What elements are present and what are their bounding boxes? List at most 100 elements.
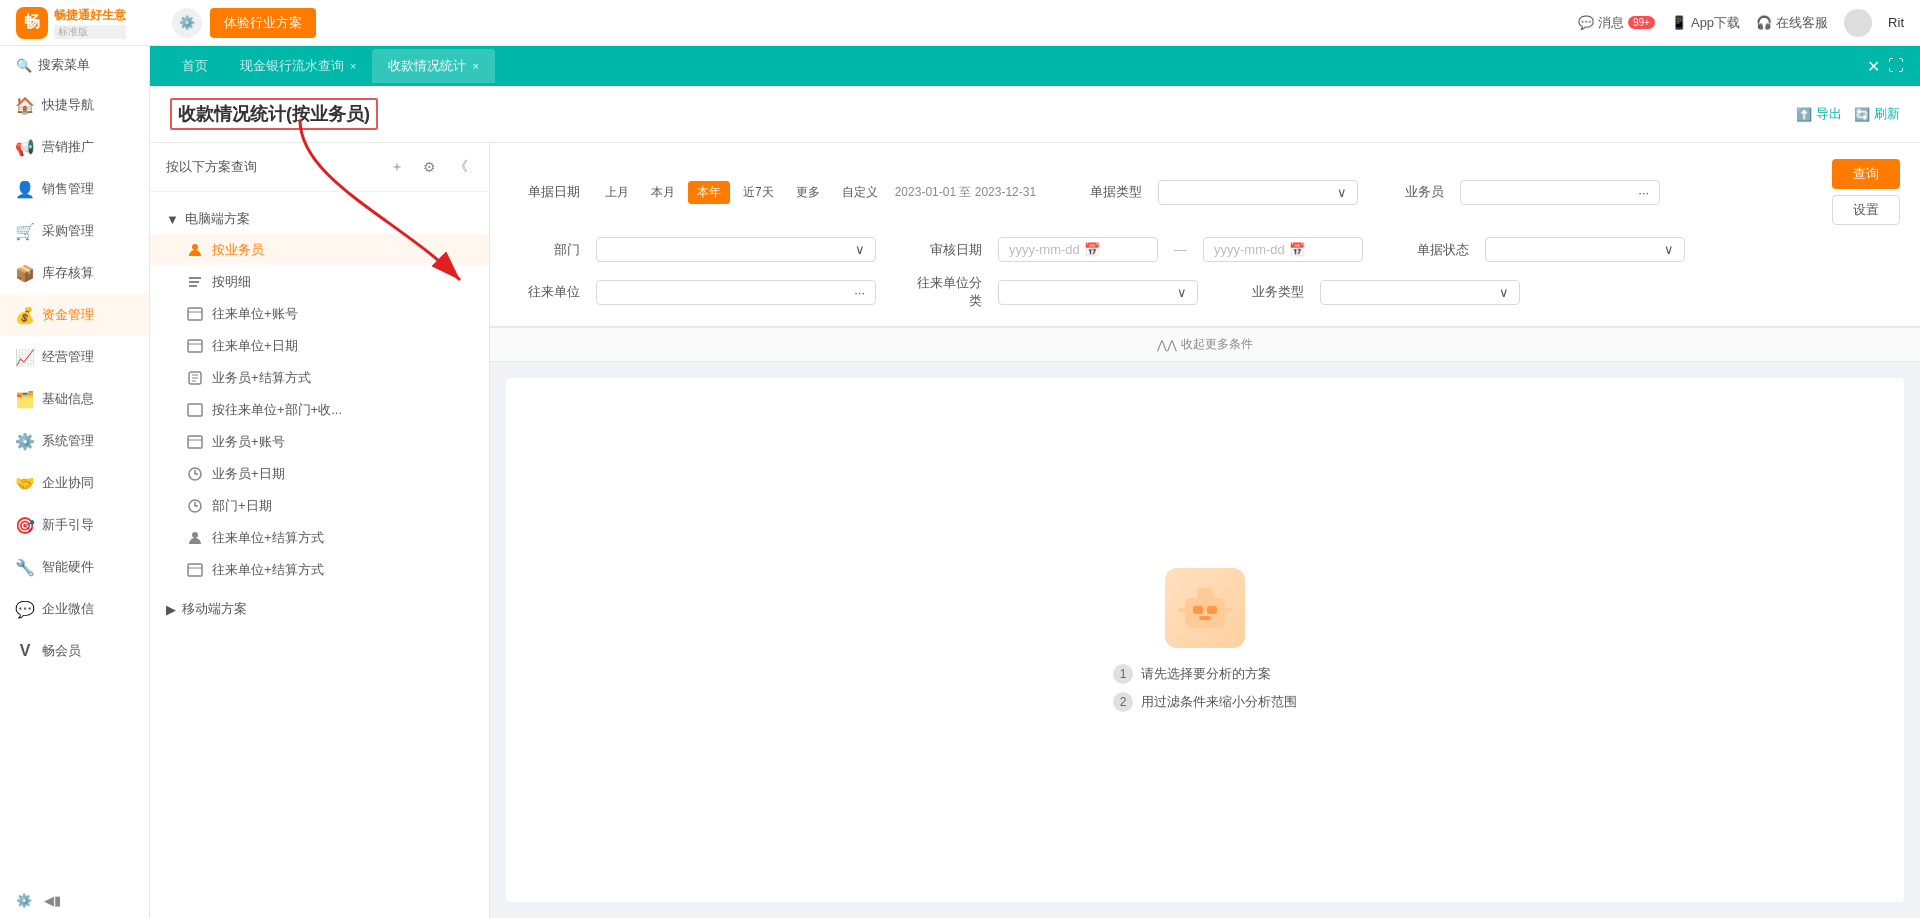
online-service-label: 在线客服 <box>1776 14 1828 32</box>
desktop-scheme-header[interactable]: ▼ 电脑端方案 <box>150 204 489 234</box>
date-btn-7days[interactable]: 近7天 <box>734 181 783 204</box>
doc-status-label: 单据状态 <box>1399 241 1469 259</box>
tree-item-dept-date[interactable]: 部门+日期 <box>150 490 489 522</box>
sidebar-item-system[interactable]: ⚙️ 系统管理 <box>0 420 149 462</box>
refresh-button[interactable]: 🔄 刷新 <box>1854 105 1900 123</box>
by-salesperson-label: 按业务员 <box>212 241 264 259</box>
doc-status-select[interactable]: ∨ <box>1485 237 1685 262</box>
tab-collection-stats[interactable]: 收款情况统计 × <box>372 49 494 83</box>
finance-icon: 💰 <box>16 306 34 324</box>
counterparty-settlement1-label: 往来单位+结算方式 <box>212 529 324 547</box>
user-avatar[interactable] <box>1844 9 1872 37</box>
dept-date-label: 部门+日期 <box>212 497 272 515</box>
tab-bank-flow-close[interactable]: × <box>350 60 356 72</box>
collapse-sidebar-icon[interactable]: ◀▮ <box>44 893 61 908</box>
mobile-scheme-header[interactable]: ▶ 移动端方案 <box>150 594 489 624</box>
notification-item[interactable]: 💬 消息 99+ <box>1578 14 1655 32</box>
counterparty-category-label: 往来单位分类 <box>912 274 982 310</box>
department-chevron: ∨ <box>855 242 865 257</box>
tab-close-all-icon[interactable]: ✕ <box>1867 57 1880 76</box>
collapse-bar[interactable]: ⋀⋀ 收起更多条件 <box>490 327 1920 362</box>
salesperson-date-icon <box>186 465 204 483</box>
tree-item-by-salesperson[interactable]: 按业务员 <box>150 234 489 266</box>
date-btn-this-month[interactable]: 本月 <box>642 181 684 204</box>
sidebar-item-marketing[interactable]: 📢 营销推广 <box>0 126 149 168</box>
refresh-icon: 🔄 <box>1854 107 1870 122</box>
review-date-end-input[interactable]: yyyy-mm-dd 📅 <box>1203 237 1363 262</box>
top-bar-actions: 💬 消息 99+ 📱 App下载 🎧 在线客服 Rit <box>1578 9 1904 37</box>
sidebar-item-quick-nav[interactable]: 🏠 快捷导航 <box>0 84 149 126</box>
doc-type-chevron: ∨ <box>1337 185 1347 200</box>
smart-hw-label: 智能硬件 <box>42 558 94 576</box>
date-btn-more[interactable]: 更多 <box>787 181 829 204</box>
download-icon: 📱 <box>1671 15 1687 30</box>
app-download-item[interactable]: 📱 App下载 <box>1671 14 1740 32</box>
online-service-item[interactable]: 🎧 在线客服 <box>1756 14 1828 32</box>
counterparty-settlement1-icon <box>186 529 204 547</box>
tree-item-salesperson-account[interactable]: 业务员+账号 <box>150 426 489 458</box>
date-btn-custom[interactable]: 自定义 <box>833 181 887 204</box>
svg-rect-23 <box>1199 616 1211 620</box>
trial-button[interactable]: 体验行业方案 <box>210 8 316 38</box>
settings-icon[interactable]: ⚙️ <box>172 8 202 38</box>
date-btn-last-month[interactable]: 上月 <box>596 181 638 204</box>
tree-item-salesperson-date[interactable]: 业务员+日期 <box>150 458 489 490</box>
query-button[interactable]: 查询 <box>1832 159 1900 189</box>
review-date-label: 审核日期 <box>912 241 982 259</box>
sidebar-item-inventory[interactable]: 📦 库存核算 <box>0 252 149 294</box>
tree-item-counterparty-settlement1[interactable]: 往来单位+结算方式 <box>150 522 489 554</box>
doc-type-select[interactable]: ∨ <box>1158 180 1358 205</box>
sidebar-item-newbie[interactable]: 🎯 新手引导 <box>0 504 149 546</box>
sidebar-item-member[interactable]: V 畅会员 <box>0 630 149 672</box>
counterparty-category-chevron: ∨ <box>1177 285 1187 300</box>
tree-item-salesperson-settlement[interactable]: 业务员+结算方式 <box>150 362 489 394</box>
sidebar-item-smart-hw[interactable]: 🔧 智能硬件 <box>0 546 149 588</box>
empty-tip-1: 1 请先选择要分析的方案 <box>1113 664 1297 684</box>
svg-rect-13 <box>188 436 202 448</box>
counterparty-select[interactable]: ··· <box>596 280 876 305</box>
tab-home[interactable]: 首页 <box>166 49 224 83</box>
date-shortcuts: 上月 本月 本年 近7天 更多 自定义 2023-01-01 至 2023-12… <box>596 181 1036 204</box>
tab-bank-flow[interactable]: 现金银行流水查询 × <box>224 49 372 83</box>
tree-item-counterparty-dept-collection[interactable]: 按往来单位+部门+收... <box>150 394 489 426</box>
notification-icon: 💬 <box>1578 15 1594 30</box>
page-header: 收款情况统计(按业务员) ⬆️ 导出 🔄 刷新 <box>150 86 1920 143</box>
settings-bottom-icon[interactable]: ⚙️ <box>16 893 32 908</box>
sidebar-item-finance[interactable]: 💰 资金管理 <box>0 294 149 336</box>
counterparty-date-icon <box>186 337 204 355</box>
tree-item-by-detail[interactable]: 按明细 <box>150 266 489 298</box>
search-label: 搜索菜单 <box>38 56 90 74</box>
sidebar-search[interactable]: 🔍 搜索菜单 <box>0 46 149 84</box>
counterparty-category-select[interactable]: ∨ <box>998 280 1198 305</box>
tree-item-counterparty-date[interactable]: 往来单位+日期 <box>150 330 489 362</box>
settings-scheme-button[interactable]: ⚙ <box>417 155 441 179</box>
tree-item-counterparty-settlement2[interactable]: 往来单位+结算方式 <box>150 554 489 586</box>
date-btn-this-year[interactable]: 本年 <box>688 181 730 204</box>
department-select[interactable]: ∨ <box>596 237 876 262</box>
sidebar-item-enterprise[interactable]: 🤝 企业协同 <box>0 462 149 504</box>
tab-collection-stats-close[interactable]: × <box>472 60 478 72</box>
inventory-icon: 📦 <box>16 264 34 282</box>
tab-expand-icon[interactable]: ⛶ <box>1888 57 1904 75</box>
filter-settings-button[interactable]: 设置 <box>1832 195 1900 225</box>
svg-point-0 <box>192 244 198 250</box>
collapse-panel-button[interactable]: 《 <box>449 155 473 179</box>
sidebar-item-sales[interactable]: 👤 销售管理 <box>0 168 149 210</box>
sidebar-item-purchase[interactable]: 🛒 采购管理 <box>0 210 149 252</box>
business-type-select[interactable]: ∨ <box>1320 280 1520 305</box>
by-detail-label: 按明细 <box>212 273 251 291</box>
logo-icon: 畅 <box>16 7 48 39</box>
add-scheme-button[interactable]: ＋ <box>385 155 409 179</box>
salesperson-select[interactable]: ··· <box>1460 180 1660 205</box>
notification-label: 消息 <box>1598 14 1624 32</box>
review-date-start-input[interactable]: yyyy-mm-dd 📅 <box>998 237 1158 262</box>
doc-status-chevron: ∨ <box>1664 242 1674 257</box>
tree-item-counterparty-account[interactable]: 往来单位+账号 <box>150 298 489 330</box>
svg-rect-20 <box>1185 598 1225 628</box>
sidebar-item-wechat[interactable]: 💬 企业微信 <box>0 588 149 630</box>
sidebar-item-basic-info[interactable]: 🗂️ 基础信息 <box>0 378 149 420</box>
export-button[interactable]: ⬆️ 导出 <box>1796 105 1842 123</box>
tip-num-2: 2 <box>1113 692 1133 712</box>
sidebar-item-operations[interactable]: 📈 经营管理 <box>0 336 149 378</box>
newbie-icon: 🎯 <box>16 516 34 534</box>
